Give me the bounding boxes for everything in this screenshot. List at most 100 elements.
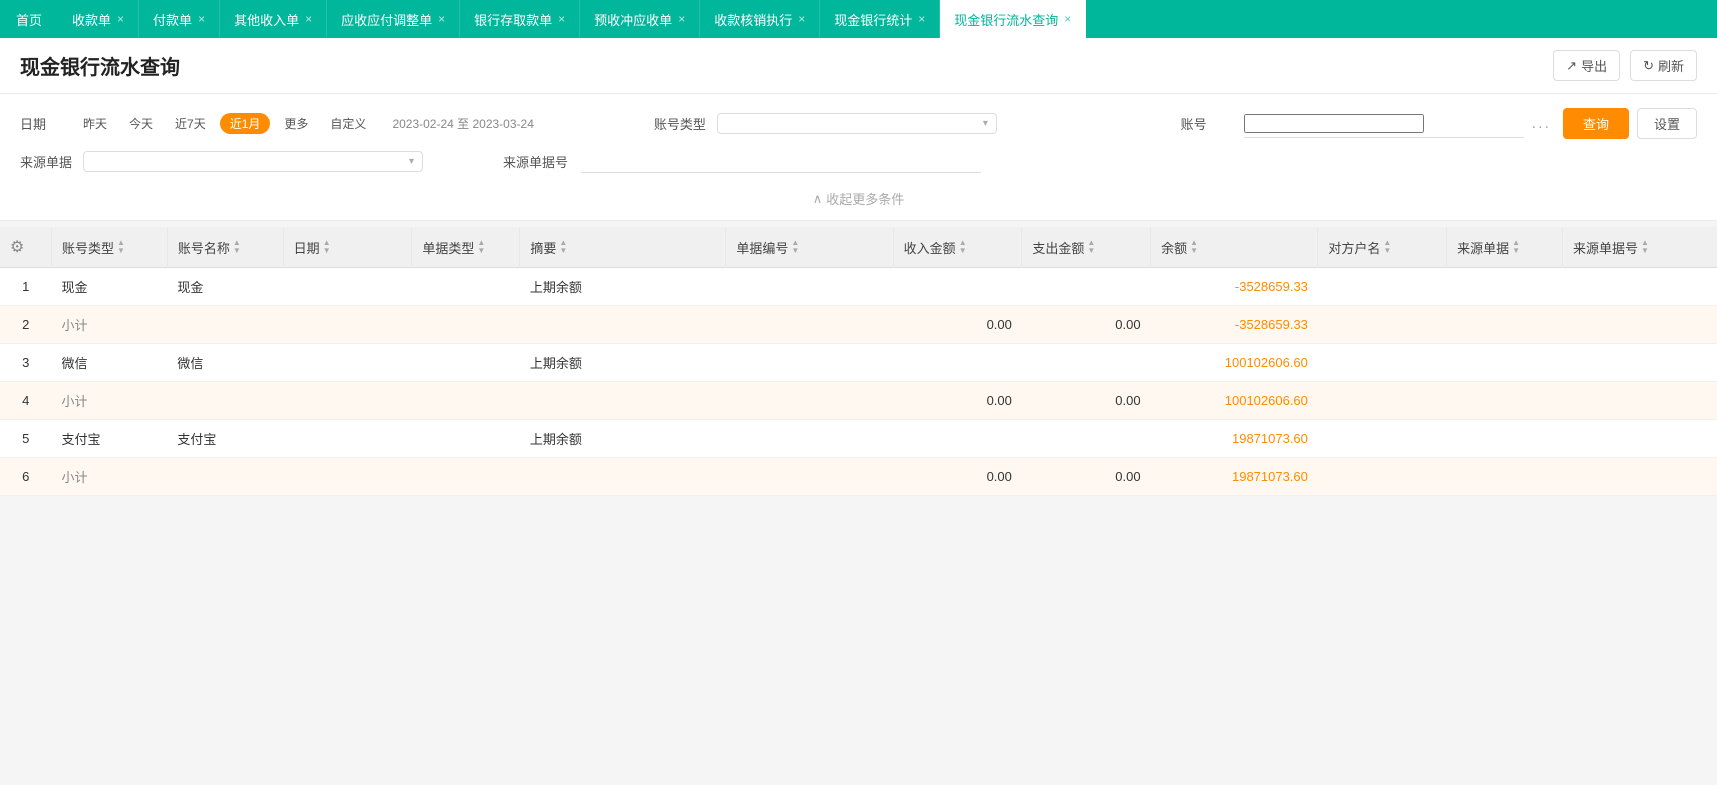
td-expense: 0.00: [1022, 382, 1151, 420]
td-balance: 100102606.60: [1151, 382, 1318, 420]
sort-summary[interactable]: 摘要 ▲▼: [530, 238, 567, 257]
source-doc-no-input[interactable]: [581, 153, 981, 168]
settings-button[interactable]: 设置: [1637, 108, 1697, 139]
close-icon[interactable]: ×: [438, 12, 445, 26]
export-button[interactable]: ↗ 导出: [1553, 50, 1620, 81]
sort-balance[interactable]: 余额 ▲▼: [1161, 238, 1198, 257]
sort-arrows: ▲▼: [1190, 239, 1198, 255]
td-income: [893, 344, 1022, 382]
td-date: [283, 268, 412, 306]
th-date: 日期 ▲▼: [283, 227, 412, 268]
td-doc-no: [726, 420, 893, 458]
td-doc-type: [412, 458, 520, 496]
sort-doc-type[interactable]: 单据类型 ▲▼: [422, 238, 485, 257]
sort-src-doc-no[interactable]: 来源单据号 ▲▼: [1573, 238, 1649, 257]
account-input[interactable]: [1244, 114, 1424, 133]
sort-doc-no[interactable]: 单据编号 ▲▼: [736, 238, 799, 257]
table-row: 4 小计 0.00 0.00 100102606.60: [0, 382, 1717, 420]
refresh-button[interactable]: ↻ 刷新: [1630, 50, 1697, 81]
source-doc-select[interactable]: ▾: [83, 151, 423, 172]
td-doc-type: [412, 420, 520, 458]
th-counterparty: 对方户名 ▲▼: [1318, 227, 1447, 268]
td-index: 4: [0, 382, 51, 420]
td-balance: 19871073.60: [1151, 458, 1318, 496]
date-opt-today[interactable]: 今天: [121, 113, 161, 134]
sort-counterparty[interactable]: 对方户名 ▲▼: [1328, 238, 1391, 257]
sort-arrows: ▲▼: [959, 239, 967, 255]
date-opt-7days[interactable]: 近7天: [167, 113, 214, 134]
close-icon[interactable]: ×: [1064, 12, 1071, 26]
nav-tab-shoukuandan[interactable]: 收款单 ×: [58, 0, 139, 38]
td-doc-no: [726, 306, 893, 344]
nav-tab-shoukuanhexiao[interactable]: 收款核销执行 ×: [700, 0, 820, 38]
page-header: 现金银行流水查询 ↗ 导出 ↻ 刷新: [0, 38, 1717, 94]
nav-tab-yingshouyingfu[interactable]: 应收应付调整单 ×: [327, 0, 460, 38]
td-balance: -3528659.33: [1151, 306, 1318, 344]
th-src-doc-no: 来源单据号 ▲▼: [1562, 227, 1717, 268]
td-summary: [520, 382, 726, 420]
td-counterparty: [1318, 344, 1447, 382]
sort-date[interactable]: 日期 ▲▼: [294, 238, 331, 257]
td-src-doc-no: [1562, 420, 1717, 458]
more-dots[interactable]: ...: [1532, 115, 1551, 133]
td-counterparty: [1318, 306, 1447, 344]
close-icon[interactable]: ×: [678, 12, 685, 26]
sort-income[interactable]: 收入金额 ▲▼: [904, 238, 967, 257]
date-filter-group: 日期 昨天 今天 近7天 近1月 更多 自定义 2023-02-24 至 202…: [20, 113, 534, 134]
td-src-doc-no: [1562, 268, 1717, 306]
td-acct-type: 小计: [51, 382, 167, 420]
sort-src-doc[interactable]: 来源单据 ▲▼: [1457, 238, 1520, 257]
refresh-icon: ↻: [1643, 58, 1654, 74]
nav-tab-yinhangcunqu[interactable]: 银行存取款单 ×: [460, 0, 580, 38]
date-opt-custom[interactable]: 自定义: [322, 113, 374, 134]
td-doc-no: [726, 458, 893, 496]
td-balance: 100102606.60: [1151, 344, 1318, 382]
td-income: 0.00: [893, 458, 1022, 496]
sort-arrows: ▲▼: [323, 239, 331, 255]
chevron-down-icon: ▾: [983, 118, 988, 129]
close-icon[interactable]: ×: [198, 12, 205, 26]
close-icon[interactable]: ×: [117, 12, 124, 26]
td-counterparty: [1318, 382, 1447, 420]
td-src-doc: [1447, 382, 1563, 420]
top-navigation: 首页 收款单 × 付款单 × 其他收入单 × 应收应付调整单 × 银行存取款单 …: [0, 0, 1717, 38]
td-index: 3: [0, 344, 51, 382]
source-doc-no-input-wrap: [581, 149, 981, 173]
td-counterparty: [1318, 420, 1447, 458]
sort-arrows: ▲▼: [233, 239, 241, 255]
th-settings[interactable]: ⚙: [0, 227, 51, 268]
gear-icon[interactable]: ⚙: [10, 239, 24, 256]
date-opt-yesterday[interactable]: 昨天: [75, 113, 115, 134]
td-date: [283, 306, 412, 344]
td-src-doc: [1447, 344, 1563, 382]
td-src-doc-no: [1562, 306, 1717, 344]
td-expense: [1022, 268, 1151, 306]
date-opt-more[interactable]: 更多: [276, 113, 316, 134]
th-doc-type: 单据类型 ▲▼: [412, 227, 520, 268]
collapse-up-icon: ∧: [813, 191, 823, 207]
sort-expense[interactable]: 支出金额 ▲▼: [1032, 238, 1095, 257]
td-acct-type: 现金: [51, 268, 167, 306]
date-opt-1month[interactable]: 近1月: [220, 113, 271, 134]
td-acct-name: [167, 458, 283, 496]
nav-tab-qitashouru[interactable]: 其他收入单 ×: [220, 0, 327, 38]
close-icon[interactable]: ×: [305, 12, 312, 26]
collapse-bar[interactable]: ∧ 收起更多条件: [20, 183, 1697, 210]
nav-tab-xianjinyinhang-ls[interactable]: 现金银行流水查询 ×: [940, 0, 1086, 38]
td-src-doc: [1447, 420, 1563, 458]
nav-tab-fukuandan[interactable]: 付款单 ×: [139, 0, 220, 38]
sort-acct-name[interactable]: 账号名称 ▲▼: [178, 238, 241, 257]
close-icon[interactable]: ×: [798, 12, 805, 26]
close-icon[interactable]: ×: [558, 12, 565, 26]
th-income: 收入金额 ▲▼: [893, 227, 1022, 268]
source-doc-filter-group: 来源单据 ▾: [20, 151, 423, 172]
td-acct-name: 支付宝: [167, 420, 283, 458]
nav-tab-yushouchong[interactable]: 预收冲应收单 ×: [580, 0, 700, 38]
query-button[interactable]: 查询: [1563, 108, 1629, 139]
sort-acct-type[interactable]: 账号类型 ▲▼: [62, 238, 125, 257]
th-summary: 摘要 ▲▼: [520, 227, 726, 268]
account-type-select[interactable]: ▾: [717, 113, 997, 134]
nav-tab-xianjinyinhang-tj[interactable]: 现金银行统计 ×: [820, 0, 940, 38]
close-icon[interactable]: ×: [918, 12, 925, 26]
nav-home[interactable]: 首页: [0, 0, 58, 38]
